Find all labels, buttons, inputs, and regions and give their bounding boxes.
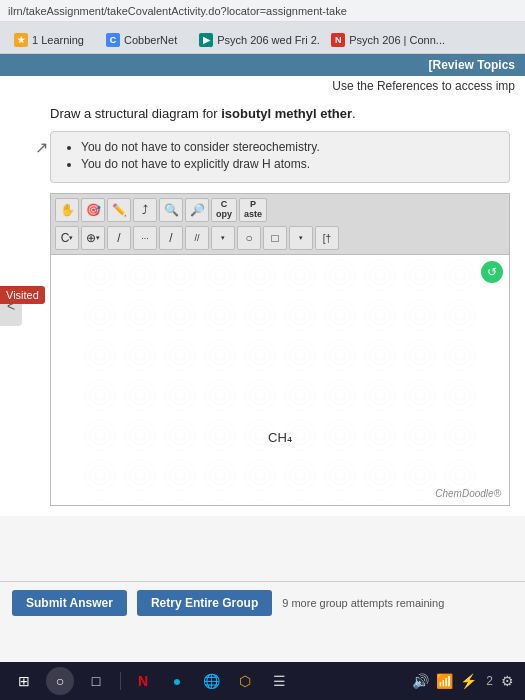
extra-app-icon: ⬡ [239,673,251,689]
double-bond-button[interactable]: // [185,226,209,250]
taskbar-app-extra[interactable]: ⬡ [231,667,259,695]
chemdoodle-watermark: ChemDoodle® [435,488,501,499]
tab-icon-psych206wed: ▶ [199,33,213,47]
task-view-icon: □ [92,673,100,689]
lasso-tool-button[interactable]: ⤴ [133,198,157,222]
taskbar-app-files[interactable]: ☰ [265,667,293,695]
submit-answer-button[interactable]: Submit Answer [12,590,127,616]
task-view-button[interactable]: □ [80,667,112,695]
ring-dropdown-button[interactable]: ▾ [289,226,313,250]
dashed-bond-button[interactable]: ··· [133,226,157,250]
refresh-symbol: ↺ [487,265,497,279]
tab-psych206conn[interactable]: N Psych 206 | Conn... [321,27,451,53]
tab-learning[interactable]: ★ 1 Learning [4,27,94,53]
instruction-2: You do not have to explicitly draw H ato… [81,157,495,171]
references-text: Use the References to access imp [332,79,515,93]
paste-button[interactable]: Paste [239,198,267,222]
taskbar-app-cortana[interactable]: ● [163,667,191,695]
main-content: [Review Topics Use the References to acc… [0,54,525,662]
chrome-icon: 🌐 [203,673,220,689]
tab-label-learning: 1 Learning [32,34,84,46]
svg-rect-3 [80,255,480,505]
retry-group-button[interactable]: Retry Entire Group [137,590,272,616]
zoom-out-button[interactable]: 🔎 [185,198,209,222]
start-icon: ⊞ [18,673,30,689]
atom-tool-button[interactable]: 🎯 [81,198,105,222]
tab-icon-learning: ★ [14,33,28,47]
drawing-canvas[interactable]: ↺ CH₄ ChemDoodle® [51,255,509,505]
copy-button[interactable]: Copy [211,198,237,222]
start-button[interactable]: ⊞ [8,667,40,695]
tab-icon-cobbernet: C [106,33,120,47]
square-ring-button[interactable]: □ [263,226,287,250]
bond-slash-button[interactable]: / [159,226,183,250]
compound-name: isobutyl methyl ether [221,106,352,121]
bottom-bar: Submit Answer Retry Entire Group 9 more … [0,581,525,624]
url-text: ilrn/takeAssignment/takeCovalentActivity… [8,5,347,17]
settings-icon[interactable]: ⚙ [497,671,517,691]
bracket-button[interactable]: [† [315,226,339,250]
taskbar-app-netflix[interactable]: N [129,667,157,695]
taskbar-number: 2 [486,674,493,688]
attempts-remaining-text: 9 more group attempts remaining [282,597,444,609]
tab-label-psych206wed: Psych 206 wed Fri 2... [217,34,319,46]
visited-badge: Visited [0,286,45,304]
instruction-1: You do not have to consider stereochemis… [81,140,495,154]
circle-ring-button[interactable]: ○ [237,226,261,250]
taskbar-search-icon: ○ [56,673,64,689]
address-bar: ilrn/takeAssignment/takeCovalentActivity… [0,0,525,22]
carbon-dropdown-button[interactable]: C▾ [55,226,79,250]
question-text: Draw a structural diagram for isobutyl m… [50,106,510,121]
single-bond-button[interactable]: / [107,226,131,250]
tab-icon-psych206conn: N [331,33,345,47]
instructions-arrow-icon: ↗ [35,138,48,157]
taskbar-separator [120,672,121,690]
content-area: Visited < Draw a structural diagram for … [0,96,525,516]
instructions-box: ↗ You do not have to consider stereochem… [50,131,510,183]
review-bar[interactable]: [Review Topics [0,54,525,76]
tab-label-cobbernet: CobberNet [124,34,177,46]
tab-bar: ★ 1 Learning C CobberNet ▶ Psych 206 wed… [0,22,525,54]
taskbar-search-button[interactable]: ○ [46,667,74,695]
tab-label-psych206conn: Psych 206 | Conn... [349,34,445,46]
refresh-icon[interactable]: ↺ [481,261,503,283]
battery-icon[interactable]: ⚡ [458,671,478,691]
toolbar-row-2: C▾ ⊕▾ / ··· / // ▾ ○ □ ▾ [† [51,224,509,255]
taskbar-right: 🔊 📶 ⚡ 2 ⚙ [410,671,517,691]
zoom-in-button[interactable]: 🔍 [159,198,183,222]
add-button[interactable]: ⊕▾ [81,226,105,250]
eraser-tool-button[interactable]: ✏️ [107,198,131,222]
network-icon[interactable]: 📶 [434,671,454,691]
tab-psych206wed[interactable]: ▶ Psych 206 wed Fri 2... [189,27,319,53]
review-label: [Review Topics [429,58,515,72]
canvas-background-svg [51,255,509,505]
files-icon: ☰ [273,673,286,689]
references-bar: Use the References to access imp [0,76,525,96]
chemdoodle-area: ✋ 🎯 ✏️ ⤴ 🔍 🔎 Copy Paste C▾ ⊕▾ / ··· / //… [50,193,510,506]
tab-cobbernet[interactable]: C CobberNet [96,27,187,53]
instructions-list: You do not have to consider stereochemis… [65,140,495,171]
netflix-icon: N [138,673,148,689]
taskbar-app-chrome[interactable]: 🌐 [197,667,225,695]
bond-dropdown-button[interactable]: ▾ [211,226,235,250]
molecule-label: CH₄ [268,430,292,445]
toolbar-row-1: ✋ 🎯 ✏️ ⤴ 🔍 🔎 Copy Paste [51,194,509,224]
cortana-icon: ● [173,673,181,689]
hand-tool-button[interactable]: ✋ [55,198,79,222]
taskbar: ⊞ ○ □ N ● 🌐 ⬡ ☰ 🔊 📶 ⚡ 2 ⚙ [0,662,525,700]
volume-icon[interactable]: 🔊 [410,671,430,691]
